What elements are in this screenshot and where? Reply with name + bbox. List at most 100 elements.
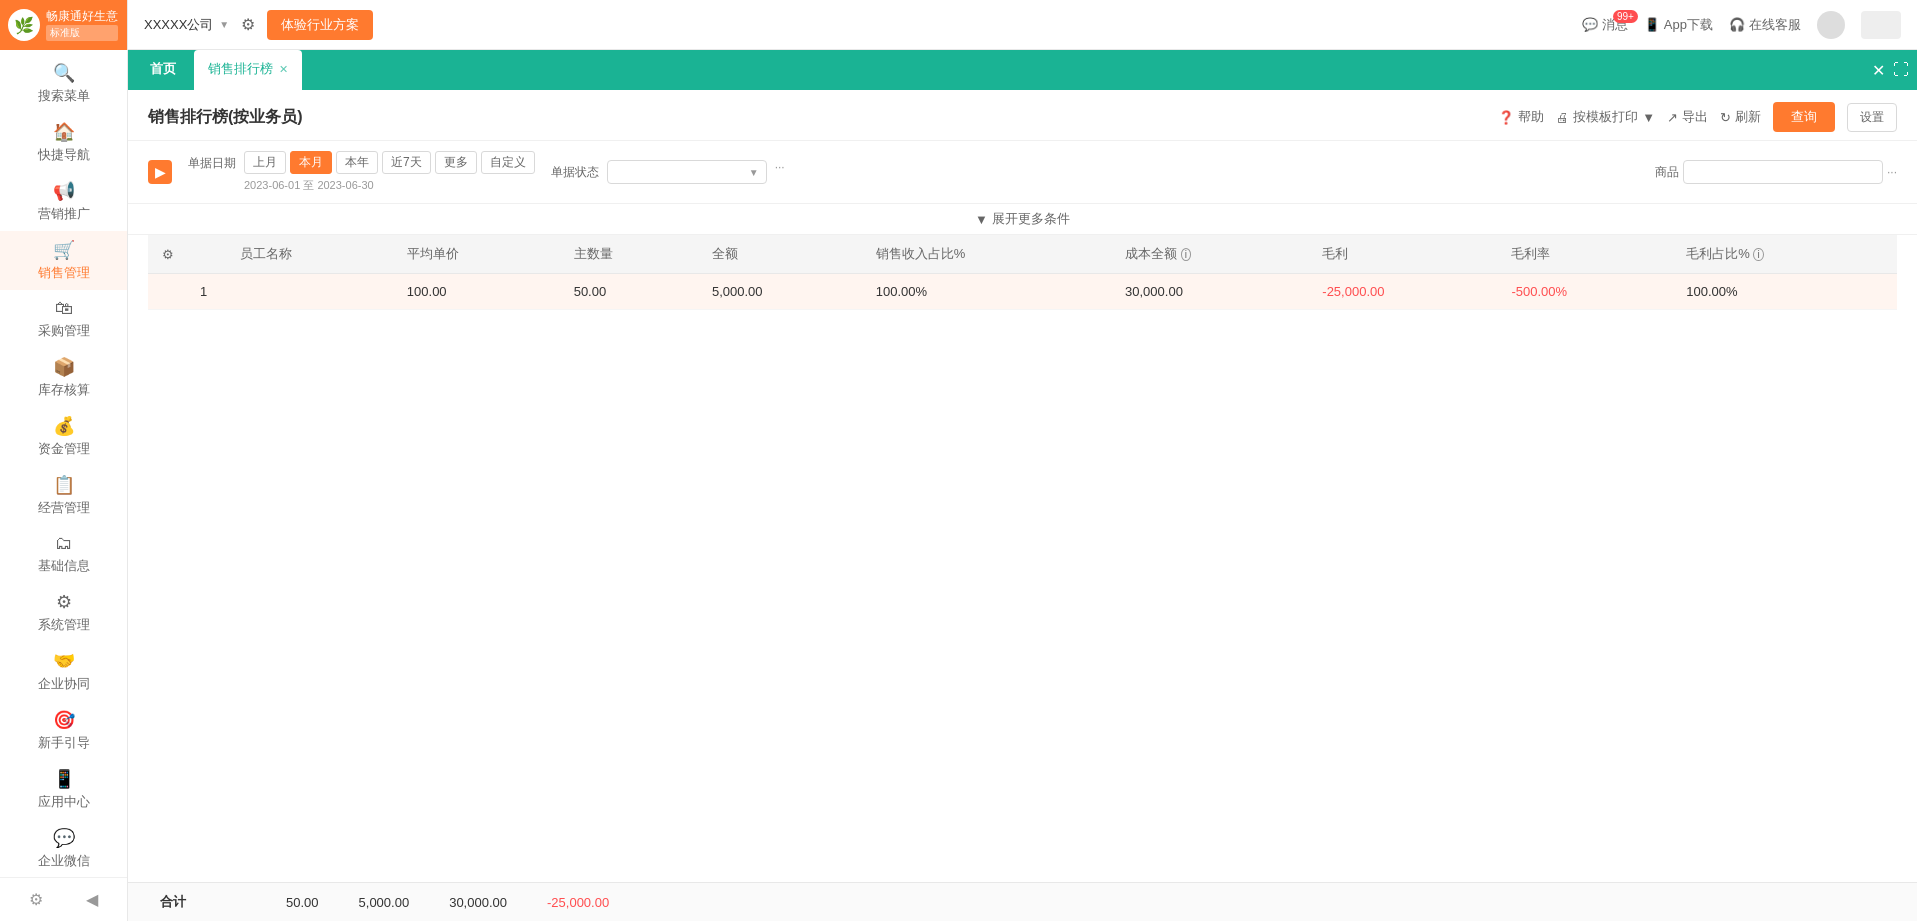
page-actions: ❓ 帮助 🖨 按模板打印 ▼ ↗ 导出 ↻ 刷新 xyxy=(1498,102,1897,132)
sidebar-item-search[interactable]: 🔍搜索菜单 xyxy=(0,54,127,113)
sidebar-item-base_info[interactable]: 🗂基础信息 xyxy=(0,525,127,583)
header-right: 💬 消息 99+ 📱 App下载 🎧 在线客服 xyxy=(1582,11,1901,39)
sidebar-label-guide: 新手引导 xyxy=(38,734,90,752)
total-cost-amount: 30,000.00 xyxy=(449,895,507,910)
template-print-button[interactable]: 🖨 按模板打印 ▼ xyxy=(1556,108,1655,126)
filter-more-icon[interactable]: ··· xyxy=(775,160,785,174)
date-this-month-btn[interactable]: 本月 xyxy=(290,151,332,174)
sidebar-item-operations[interactable]: 📋经营管理 xyxy=(0,466,127,525)
operations-icon: 📋 xyxy=(53,474,75,496)
date-filter-group: 单据日期 上月 本月 本年 近7天 更多 自定义 2023-06-01 至 20… xyxy=(188,151,535,193)
date-this-year-btn[interactable]: 本年 xyxy=(336,151,378,174)
date-last-month-btn[interactable]: 上月 xyxy=(244,151,286,174)
main-area: XXXXX公司 ▼ ⚙ 体验行业方案 💬 消息 99+ 📱 App下载 🎧 在线… xyxy=(128,0,1917,921)
help-button[interactable]: ❓ 帮助 xyxy=(1498,108,1544,126)
data-table: ⚙ 员工名称 平均单价 主数量 全额 销售收入占比% 成本全额 i 毛利 毛利率… xyxy=(148,235,1897,310)
date-filter-label: 单据日期 xyxy=(188,151,236,172)
col-avg-price: 平均单价 xyxy=(395,235,562,274)
online-support-action[interactable]: 🎧 在线客服 xyxy=(1729,16,1801,34)
export-button[interactable]: ↗ 导出 xyxy=(1667,108,1708,126)
sidebar-label-app_center: 应用中心 xyxy=(38,793,90,811)
total-main-qty: 50.00 xyxy=(286,895,319,910)
sidebar-item-system[interactable]: ⚙系统管理 xyxy=(0,583,127,642)
tab-home[interactable]: 首页 xyxy=(136,50,190,90)
sidebar-settings-btn[interactable]: ⚙ xyxy=(25,886,47,913)
app-download-icon: 📱 xyxy=(1644,17,1660,32)
table-header-row: ⚙ 员工名称 平均单价 主数量 全额 销售收入占比% 成本全额 i 毛利 毛利率… xyxy=(148,235,1897,274)
finance-icon: 💰 xyxy=(53,415,75,437)
col-gross-profit: 毛利 xyxy=(1310,235,1499,274)
sidebar-item-guide[interactable]: 🎯新手引导 xyxy=(0,701,127,760)
table-row: 1 100.00 50.00 5,000.00 100.00% 30,000.0… xyxy=(148,274,1897,310)
sidebar-collapse-btn[interactable]: ◀ xyxy=(82,886,102,913)
user-name[interactable] xyxy=(1861,11,1901,39)
help-label: 帮助 xyxy=(1518,108,1544,126)
status-filter-group: 单据状态 ▼ ··· xyxy=(551,160,785,184)
tab-sales-ranking[interactable]: 销售排行榜 ✕ xyxy=(194,50,302,90)
status-select[interactable] xyxy=(607,160,767,184)
refresh-button[interactable]: ↻ 刷新 xyxy=(1720,108,1761,126)
sidebar-nav: 🔍搜索菜单🏠快捷导航📢营销推广🛒销售管理🛍采购管理 📦 库存核算 💰 资金管理 📋经营管理… xyxy=(0,50,127,877)
page-title: 销售排行榜(按业务员) xyxy=(148,107,303,128)
sidebar-label-inventory: 库存核算 xyxy=(38,381,90,399)
row-employee xyxy=(228,274,395,310)
row-sales-pct: 100.00% xyxy=(864,274,1113,310)
inventory-icon: 📦 xyxy=(53,356,75,378)
tab-minimize-icon[interactable]: ✕ xyxy=(1872,61,1885,80)
logo-icon: 🌿 xyxy=(8,9,40,41)
date-last-7days-btn[interactable]: 近7天 xyxy=(382,151,431,174)
sidebar-item-marketing[interactable]: 📢营销推广 xyxy=(0,172,127,231)
settings-gear-icon[interactable]: ⚙ xyxy=(241,15,255,34)
wechat-icon: 💬 xyxy=(53,827,75,849)
total-label: 合计 xyxy=(160,893,186,911)
sidebar-label-finance: 资金管理 xyxy=(38,440,90,458)
message-badge: 99+ xyxy=(1613,10,1638,23)
filter-toggle-button[interactable]: ▶ xyxy=(148,160,172,184)
row-main-qty: 50.00 xyxy=(562,274,700,310)
table-body: 1 100.00 50.00 5,000.00 100.00% 30,000.0… xyxy=(148,274,1897,310)
print-chevron-icon: ▼ xyxy=(1642,110,1655,125)
app-download-action[interactable]: 📱 App下载 xyxy=(1644,16,1713,34)
refresh-icon: ↻ xyxy=(1720,110,1731,125)
date-custom-btn[interactable]: 自定义 xyxy=(481,151,535,174)
tab-maximize-icon[interactable]: ⛶ xyxy=(1893,61,1909,80)
col-amount: 全额 xyxy=(700,235,864,274)
sidebar-item-enterprise[interactable]: 🤝企业协同 xyxy=(0,642,127,701)
goods-more-icon[interactable]: ··· xyxy=(1887,165,1897,179)
col-gross-margin: 毛利率 xyxy=(1499,235,1674,274)
total-gross-profit: -25,000.00 xyxy=(547,895,609,910)
row-settings-icon[interactable] xyxy=(148,274,188,310)
user-avatar[interactable] xyxy=(1817,11,1845,39)
sidebar-item-sales[interactable]: 🛒销售管理 xyxy=(0,231,127,290)
online-support-icon: 🎧 xyxy=(1729,17,1745,32)
sidebar-item-finance[interactable]: 💰 资金管理 xyxy=(0,407,127,466)
trial-button[interactable]: 体验行业方案 xyxy=(267,10,373,40)
date-more-btn[interactable]: 更多 xyxy=(435,151,477,174)
settings-button[interactable]: 设置 xyxy=(1847,103,1897,132)
tab-close-icon[interactable]: ✕ xyxy=(279,63,288,76)
row-rank: 1 xyxy=(188,274,228,310)
sidebar-label-sales: 销售管理 xyxy=(38,264,90,282)
col-main-qty: 主数量 xyxy=(562,235,700,274)
goods-filter-input[interactable] xyxy=(1683,160,1883,184)
col-settings[interactable]: ⚙ xyxy=(148,235,188,274)
table-footer: 合计 50.00 5,000.00 30,000.00 -25,000.00 xyxy=(128,882,1917,921)
sidebar-item-app_center[interactable]: 📱应用中心 xyxy=(0,760,127,819)
expand-more-button[interactable]: ▼ 展开更多条件 xyxy=(975,210,1070,228)
purchase-icon: 🛍 xyxy=(55,298,73,319)
company-selector[interactable]: XXXXX公司 ▼ xyxy=(144,16,229,34)
sidebar-item-wechat[interactable]: 💬企业微信 xyxy=(0,819,127,877)
row-gross-profit: -25,000.00 xyxy=(1310,274,1499,310)
sidebar-item-shortcut[interactable]: 🏠快捷导航 xyxy=(0,113,127,172)
sidebar-label-search: 搜索菜单 xyxy=(38,87,90,105)
sidebar-item-inventory[interactable]: 📦 库存核算 xyxy=(0,348,127,407)
query-button[interactable]: 查询 xyxy=(1773,102,1835,132)
date-range-text: 2023-06-01 至 2023-06-30 xyxy=(244,178,535,193)
col-cost-amount: 成本全额 i xyxy=(1113,235,1310,274)
message-action[interactable]: 💬 消息 99+ xyxy=(1582,16,1628,34)
col-sales-pct: 销售收入占比% xyxy=(864,235,1113,274)
sidebar-label-system: 系统管理 xyxy=(38,616,90,634)
sidebar-item-purchase[interactable]: 🛍采购管理 xyxy=(0,290,127,348)
print-icon: 🖨 xyxy=(1556,110,1569,125)
app-download-label: App下载 xyxy=(1664,16,1713,34)
